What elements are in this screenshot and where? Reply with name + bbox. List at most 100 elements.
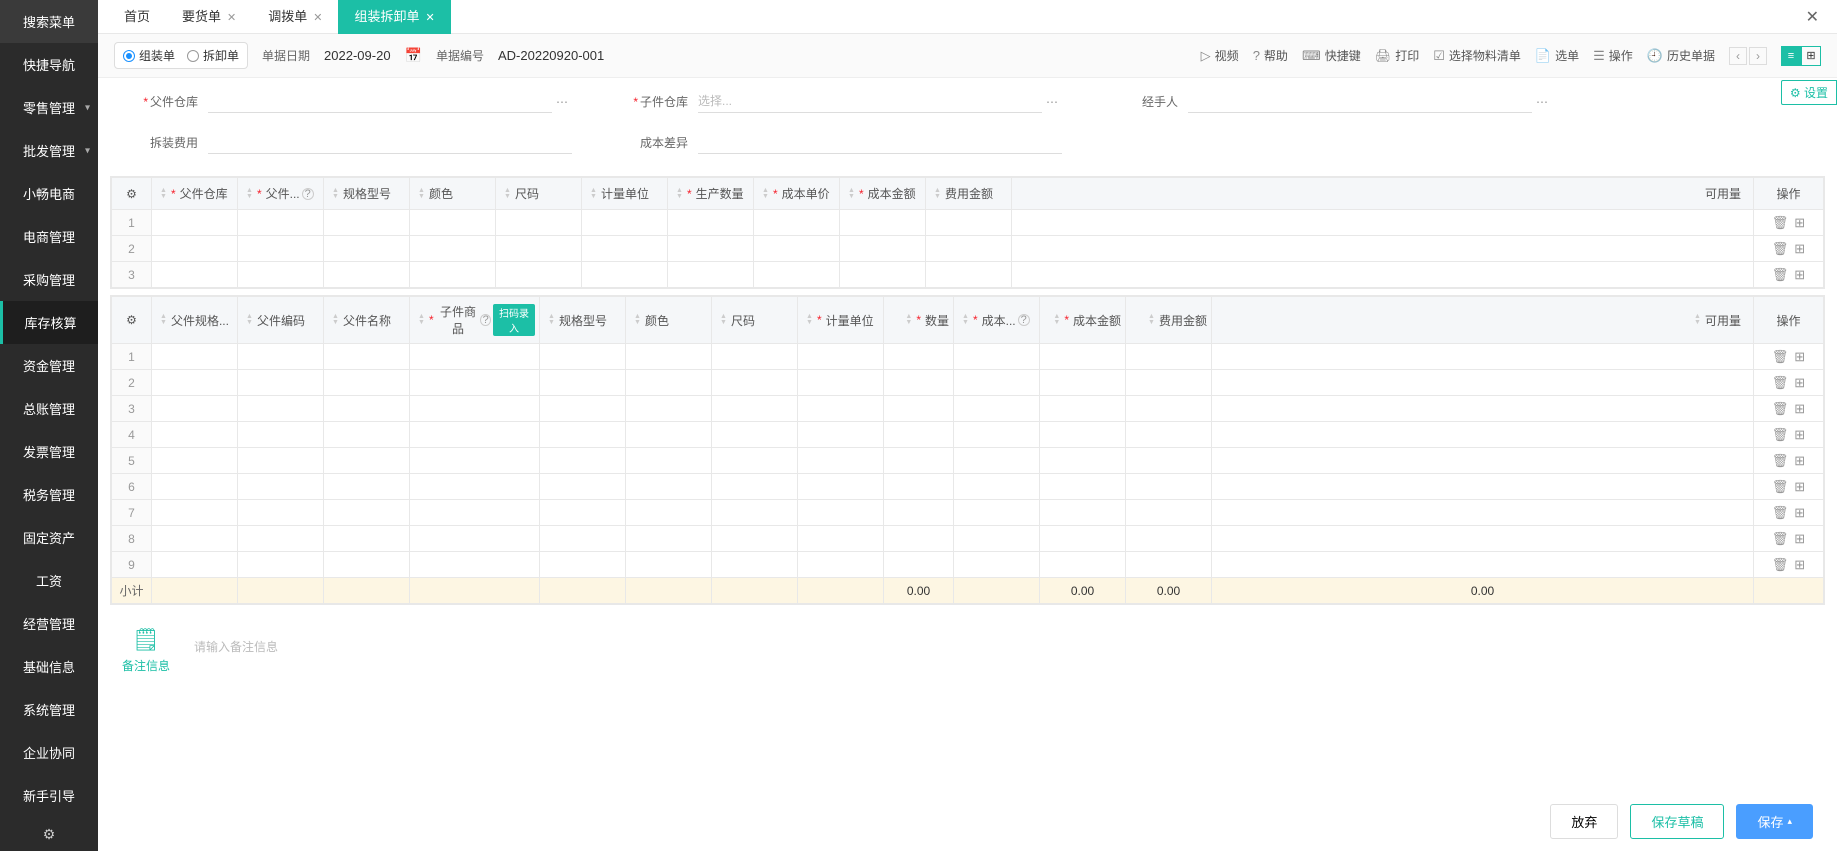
tab-request[interactable]: 要货单✕ (166, 0, 252, 34)
view-list[interactable]: ≡ (1781, 46, 1801, 66)
help-icon[interactable]: ? (480, 314, 491, 326)
tab-assemble[interactable]: 组装拆卸单✕ (338, 0, 450, 34)
copy-icon[interactable]: ⊞ (1794, 531, 1805, 547)
video-button[interactable]: ▷视频 (1201, 47, 1239, 64)
sort-icon[interactable]: ▲▼ (548, 314, 555, 326)
sidebar-item-search[interactable]: 搜索菜单 (0, 0, 98, 43)
sort-icon[interactable]: ▲▼ (418, 188, 425, 200)
parent-warehouse-input[interactable] (208, 90, 552, 113)
delete-icon[interactable]: 🗑 (1772, 427, 1789, 443)
select-doc-button[interactable]: 📄选单 (1535, 47, 1579, 64)
delete-icon[interactable]: 🗑 (1772, 453, 1789, 469)
copy-icon[interactable]: ⊞ (1794, 375, 1805, 391)
radio-assemble[interactable]: 组装单 (123, 47, 175, 64)
sort-icon[interactable]: ▲▼ (332, 314, 339, 326)
ellipsis-icon[interactable]: ⋯ (1532, 95, 1552, 109)
help-button[interactable]: ?帮助 (1253, 47, 1288, 64)
table-row[interactable]: 7🗑⊞ (112, 500, 1824, 526)
sidebar-item-wholesale[interactable]: 批发管理▾ (0, 129, 98, 172)
sort-icon[interactable]: ▲▼ (762, 188, 769, 200)
delete-icon[interactable]: 🗑 (1772, 241, 1789, 257)
sidebar-item-retail[interactable]: 零售管理▾ (0, 86, 98, 129)
sidebar-item-purchase[interactable]: 采购管理 (0, 258, 98, 301)
copy-icon[interactable]: ⊞ (1794, 267, 1805, 283)
close-icon[interactable]: ✕ (313, 12, 322, 24)
sidebar-item-guide[interactable]: 新手引导 (0, 774, 98, 817)
teardown-fee-input[interactable] (208, 131, 572, 154)
operate-button[interactable]: ☰操作 (1593, 47, 1633, 64)
history-button[interactable]: 🕘历史单据 (1647, 47, 1715, 64)
ellipsis-icon[interactable]: ⋯ (552, 95, 572, 109)
sort-icon[interactable]: ▲▼ (905, 314, 912, 326)
delete-icon[interactable]: 🗑 (1772, 375, 1789, 391)
copy-icon[interactable]: ⊞ (1794, 241, 1805, 257)
next-button[interactable]: › (1749, 47, 1767, 65)
sort-icon[interactable]: ▲▼ (1694, 314, 1701, 326)
table-row[interactable]: 4🗑⊞ (112, 422, 1824, 448)
tab-transfer[interactable]: 调拨单✕ (252, 0, 338, 34)
scan-tag[interactable]: 扫码录入 (493, 304, 535, 336)
shortcut-button[interactable]: ⌨快捷键 (1302, 47, 1361, 64)
delete-icon[interactable]: 🗑 (1772, 401, 1789, 417)
calendar-icon[interactable]: 📅 (405, 47, 422, 64)
save-button[interactable]: 保存▴ (1736, 804, 1813, 839)
sort-icon[interactable]: ▲▼ (1148, 314, 1155, 326)
copy-icon[interactable]: ⊞ (1794, 349, 1805, 365)
sidebar-item-quick-nav[interactable]: 快捷导航 (0, 43, 98, 86)
sort-icon[interactable]: ▲▼ (160, 314, 167, 326)
sort-icon[interactable]: ▲▼ (590, 188, 597, 200)
table-row[interactable]: 1🗑⊞ (112, 344, 1824, 370)
child-warehouse-input[interactable] (698, 90, 1042, 113)
sort-icon[interactable]: ▲▼ (962, 314, 969, 326)
delete-icon[interactable]: 🗑 (1772, 349, 1789, 365)
copy-icon[interactable]: ⊞ (1794, 401, 1805, 417)
sort-icon[interactable]: ▲▼ (332, 188, 339, 200)
table-row[interactable]: 3🗑⊞ (112, 396, 1824, 422)
table-settings[interactable]: ⚙ (112, 297, 152, 344)
remarks-input[interactable] (186, 627, 1813, 667)
select-material-button[interactable]: ☑选择物料清单 (1433, 47, 1521, 64)
prev-button[interactable]: ‹ (1729, 47, 1747, 65)
help-icon[interactable]: ? (302, 188, 314, 200)
sidebar-item-basic[interactable]: 基础信息 (0, 645, 98, 688)
print-button[interactable]: 🖨打印 (1375, 47, 1420, 64)
copy-icon[interactable]: ⊞ (1794, 215, 1805, 231)
view-grid[interactable]: ⊞ (1801, 46, 1821, 66)
table-row[interactable]: 1🗑⊞ (112, 210, 1824, 236)
save-draft-button[interactable]: 保存草稿 (1630, 804, 1724, 839)
sidebar-item-salary[interactable]: 工资 (0, 559, 98, 602)
copy-icon[interactable]: ⊞ (1794, 505, 1805, 521)
discard-button[interactable]: 放弃 (1550, 804, 1618, 839)
operator-input[interactable] (1188, 90, 1532, 113)
gear-icon[interactable]: ⚙ (43, 826, 56, 842)
help-icon[interactable]: ? (1018, 314, 1030, 326)
sort-icon[interactable]: ▲▼ (676, 188, 683, 200)
sidebar-item-xiaochang[interactable]: 小畅电商 (0, 172, 98, 215)
sidebar-item-funds[interactable]: 资金管理 (0, 344, 98, 387)
close-icon[interactable]: ✕ (227, 12, 236, 24)
sort-icon[interactable]: ▲▼ (1053, 314, 1060, 326)
date-value[interactable]: 2022-09-20 (324, 48, 391, 63)
copy-icon[interactable]: ⊞ (1794, 427, 1805, 443)
table-row[interactable]: 2🗑⊞ (112, 236, 1824, 262)
sidebar-item-tax[interactable]: 税务管理 (0, 473, 98, 516)
table-row[interactable]: 5🗑⊞ (112, 448, 1824, 474)
delete-icon[interactable]: 🗑 (1772, 267, 1789, 283)
copy-icon[interactable]: ⊞ (1794, 453, 1805, 469)
sort-icon[interactable]: ▲▼ (934, 188, 941, 200)
sidebar-item-inventory[interactable]: 库存核算 (0, 301, 98, 344)
sidebar-item-fixed-assets[interactable]: 固定资产 (0, 516, 98, 559)
table-row[interactable]: 8🗑⊞ (112, 526, 1824, 552)
radio-disassemble[interactable]: 拆卸单 (187, 47, 239, 64)
delete-icon[interactable]: 🗑 (1772, 215, 1789, 231)
sort-icon[interactable]: ▲▼ (246, 188, 253, 200)
sort-icon[interactable]: ▲▼ (504, 188, 511, 200)
close-icon[interactable]: ✕ (426, 12, 435, 24)
sort-icon[interactable]: ▲▼ (634, 314, 641, 326)
table-row[interactable]: 3🗑⊞ (112, 262, 1824, 288)
delete-icon[interactable]: 🗑 (1772, 505, 1789, 521)
copy-icon[interactable]: ⊞ (1794, 479, 1805, 495)
copy-icon[interactable]: ⊞ (1794, 557, 1805, 573)
settings-button[interactable]: ⚙ 设置 (1781, 80, 1837, 105)
table-settings[interactable]: ⚙ (112, 178, 152, 210)
